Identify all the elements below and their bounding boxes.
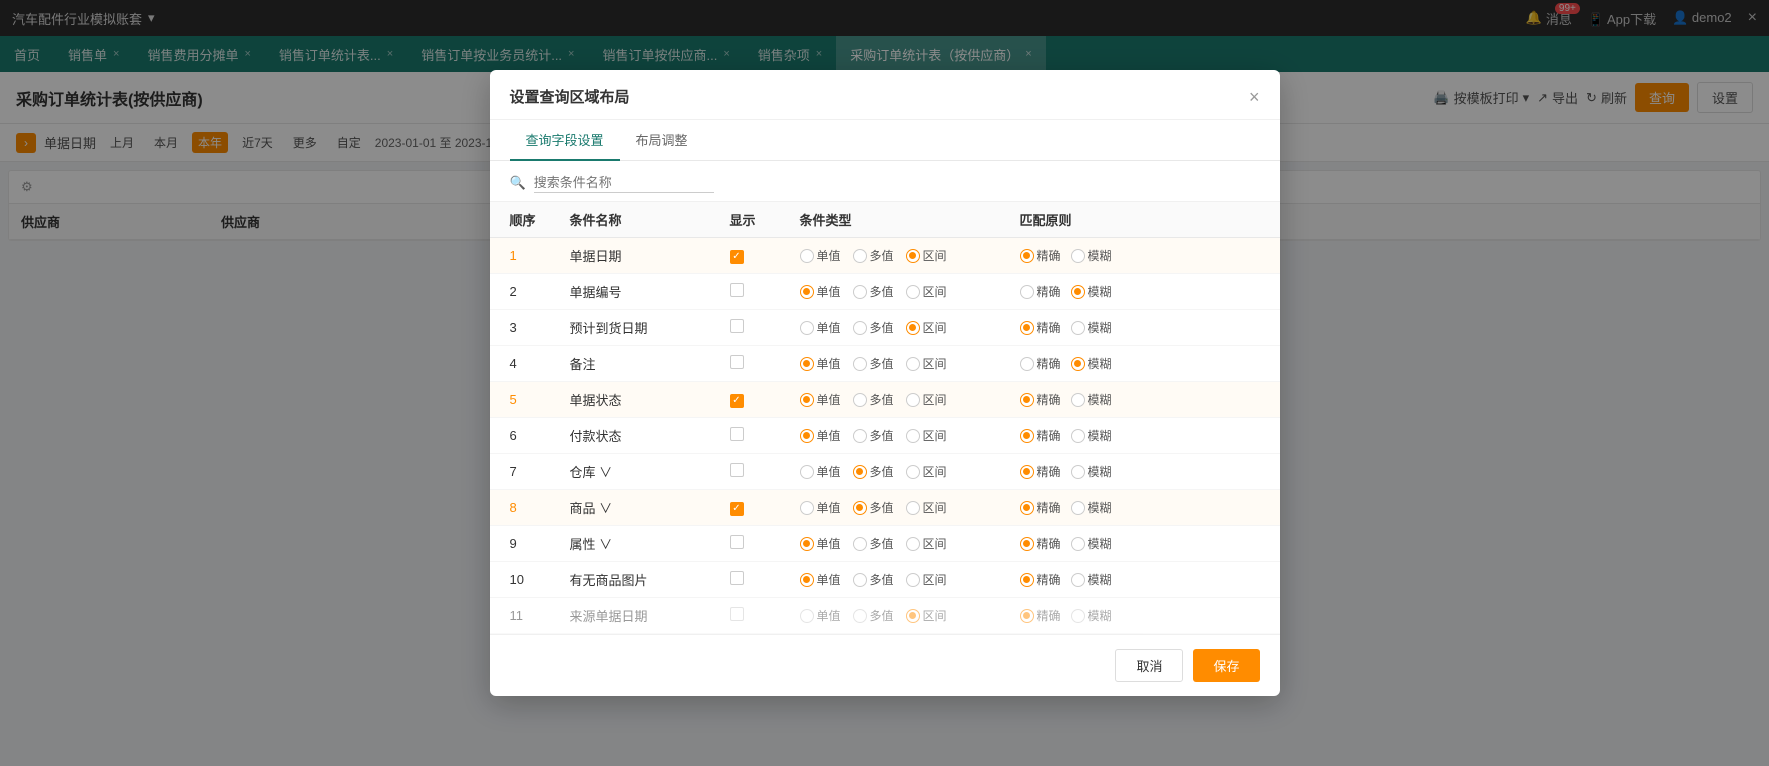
row-name: 有无商品图片 (570, 570, 730, 589)
table-row: 6付款状态 单值多值区间精确模糊 (490, 418, 1280, 454)
table-row: 3预计到货日期 单值多值区间精确模糊 (490, 310, 1280, 346)
dialog-close-button[interactable]: × (1249, 88, 1260, 106)
row-order: 1 (510, 248, 570, 263)
row-match-radios: 精确模糊 (1020, 247, 1240, 264)
row-type-radios: 单值多值区间 (800, 247, 1020, 264)
col-header-name: 条件名称 (570, 210, 730, 229)
row-name: 预计到货日期 (570, 318, 730, 337)
row-name: 属性 ∨ (570, 534, 730, 553)
dialog-title: 设置查询区域布局 (510, 86, 630, 107)
save-button[interactable]: 保存 (1193, 649, 1259, 682)
row-type-radios: 单值多值区间 (800, 499, 1020, 516)
table-row: 2单据编号 单值多值区间精确模糊 (490, 274, 1280, 310)
search-input[interactable] (534, 173, 714, 193)
row-order: 9 (510, 536, 570, 551)
row-match-radios: 精确模糊 (1020, 463, 1240, 480)
table-row: 10有无商品图片 单值多值区间精确模糊 (490, 562, 1280, 598)
row-display-checkbox[interactable] (730, 427, 800, 444)
row-order: 6 (510, 428, 570, 443)
row-display-checkbox[interactable] (730, 283, 800, 300)
row-name: 商品 ∨ (570, 498, 730, 517)
row-name: 单据编号 (570, 282, 730, 301)
row-display-checkbox[interactable] (730, 319, 800, 336)
col-header-display: 显示 (730, 210, 800, 229)
row-order: 11 (510, 608, 570, 623)
table-row: 5单据状态 单值多值区间精确模糊 (490, 382, 1280, 418)
cancel-button[interactable]: 取消 (1115, 649, 1183, 682)
row-match-radios: 精确模糊 (1020, 535, 1240, 552)
row-match-radios: 精确模糊 (1020, 427, 1240, 444)
row-order: 5 (510, 392, 570, 407)
table-row: 11来源单据日期 单值多值区间精确模糊 (490, 598, 1280, 634)
row-display-checkbox[interactable] (730, 463, 800, 480)
row-type-radios: 单值多值区间 (800, 283, 1020, 300)
row-match-radios: 精确模糊 (1020, 319, 1240, 336)
dialog-table-body: 1单据日期单值多值区间精确模糊2单据编号单值多值区间精确模糊3预计到货日期单值多… (490, 238, 1280, 634)
table-row: 8商品 ∨ 单值多值区间精确模糊 (490, 490, 1280, 526)
row-match-radios: 精确模糊 (1020, 571, 1240, 588)
row-display-checkbox[interactable] (730, 571, 800, 588)
row-type-radios: 单值多值区间 (800, 607, 1020, 624)
row-order: 7 (510, 464, 570, 479)
table-row: 9属性 ∨ 单值多值区间精确模糊 (490, 526, 1280, 562)
row-display-checkbox[interactable] (730, 499, 800, 516)
row-match-radios: 精确模糊 (1020, 355, 1240, 372)
row-type-radios: 单值多值区间 (800, 355, 1020, 372)
row-order: 8 (510, 500, 570, 515)
row-type-radios: 单值多值区间 (800, 463, 1020, 480)
table-row: 7仓库 ∨ 单值多值区间精确模糊 (490, 454, 1280, 490)
row-display-checkbox[interactable] (730, 535, 800, 552)
col-header-match: 匹配原则 (1020, 210, 1240, 229)
search-icon: 🔍 (510, 175, 526, 191)
dialog-footer: 取消 保存 (490, 634, 1280, 696)
row-name: 备注 (570, 354, 730, 373)
row-match-radios: 精确模糊 (1020, 607, 1240, 624)
row-type-radios: 单值多值区间 (800, 391, 1020, 408)
row-type-radios: 单值多值区间 (800, 319, 1020, 336)
row-display-checkbox[interactable] (730, 391, 800, 408)
row-type-radios: 单值多值区间 (800, 535, 1020, 552)
tab-query-fields[interactable]: 查询字段设置 (510, 120, 620, 161)
row-match-radios: 精确模糊 (1020, 283, 1240, 300)
dialog-tabs: 查询字段设置 布局调整 (490, 120, 1280, 161)
row-display-checkbox[interactable] (730, 355, 800, 372)
settings-dialog: 设置查询区域布局 × 查询字段设置 布局调整 🔍 顺序 条件名称 显示 条件类型… (490, 70, 1280, 696)
dialog-header: 设置查询区域布局 × (490, 70, 1280, 120)
row-match-radios: 精确模糊 (1020, 499, 1240, 516)
row-type-radios: 单值多值区间 (800, 427, 1020, 444)
row-name: 仓库 ∨ (570, 462, 730, 481)
row-name: 单据状态 (570, 390, 730, 409)
row-order: 10 (510, 572, 570, 587)
table-row: 1单据日期 单值多值区间精确模糊 (490, 238, 1280, 274)
row-name: 来源单据日期 (570, 606, 730, 625)
row-name: 付款状态 (570, 426, 730, 445)
dialog-search-area: 🔍 (490, 161, 1280, 202)
row-order: 3 (510, 320, 570, 335)
dialog-table-header: 顺序 条件名称 显示 条件类型 匹配原则 (490, 202, 1280, 238)
row-match-radios: 精确模糊 (1020, 391, 1240, 408)
row-order: 4 (510, 356, 570, 371)
table-row: 4备注 单值多值区间精确模糊 (490, 346, 1280, 382)
modal-overlay: 设置查询区域布局 × 查询字段设置 布局调整 🔍 顺序 条件名称 显示 条件类型… (0, 0, 1769, 766)
row-type-radios: 单值多值区间 (800, 571, 1020, 588)
row-display-checkbox[interactable] (730, 607, 800, 624)
row-display-checkbox[interactable] (730, 247, 800, 264)
col-header-type: 条件类型 (800, 210, 1020, 229)
row-order: 2 (510, 284, 570, 299)
row-name: 单据日期 (570, 246, 730, 265)
col-header-order: 顺序 (510, 210, 570, 229)
tab-layout-adjust[interactable]: 布局调整 (620, 120, 704, 161)
